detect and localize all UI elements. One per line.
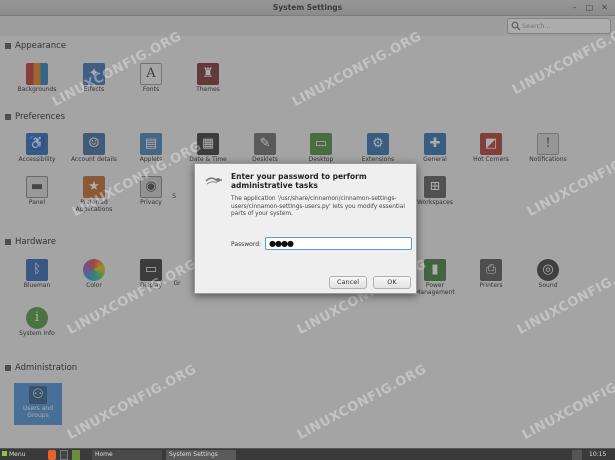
fonts-icon: A	[140, 63, 162, 85]
power-management-icon: ▮	[424, 259, 446, 281]
item-preferred-applications[interactable]: ★ Preferred Applications	[65, 176, 123, 214]
section-icon	[5, 239, 11, 245]
item-system-info[interactable]: i System Info	[8, 307, 66, 338]
color-icon	[83, 259, 105, 281]
item-effects[interactable]: ✦ Effects	[65, 63, 123, 94]
taskbar: Menu Home System Settings 10:15	[0, 448, 615, 460]
password-label: Password:	[231, 241, 262, 248]
item-accessibility[interactable]: ♿ Accessibility	[8, 133, 66, 164]
section-icon	[5, 43, 11, 49]
maximize-button[interactable]: □	[584, 2, 595, 13]
date-time-icon: ▦	[197, 133, 219, 155]
notifications-icon: !	[537, 133, 559, 155]
section-hardware-title: Hardware	[5, 237, 56, 247]
users-groups-icon: ⚇	[29, 386, 47, 404]
backgrounds-icon	[26, 63, 48, 85]
item-color[interactable]: Color	[65, 259, 123, 290]
bluetooth-icon: ᛒ	[26, 259, 48, 281]
item-hot-corners[interactable]: ◩ Hot Corners	[462, 133, 520, 164]
password-field[interactable]: ●●●●	[265, 237, 412, 250]
firefox-launcher-icon[interactable]	[48, 450, 56, 460]
item-sound[interactable]: ◎ Sound	[519, 259, 577, 290]
item-account-details[interactable]: ☺ Account details	[65, 133, 123, 164]
minimize-button[interactable]: –	[569, 2, 580, 13]
item-panel[interactable]: ▬ Panel	[8, 176, 66, 207]
item-privacy[interactable]: ◉ Privacy	[122, 176, 180, 207]
general-icon: ✚	[424, 133, 446, 155]
auth-dialog: Enter your password to perform administr…	[194, 163, 417, 294]
dialog-title: Enter your password to perform administr…	[231, 172, 367, 191]
item-graphics-partial[interactable]: Gr	[164, 280, 190, 288]
privacy-icon: ◉	[140, 176, 162, 198]
section-preferences-title: Preferences	[5, 112, 65, 122]
item-extensions[interactable]: ⚙ Extensions	[349, 133, 407, 164]
accessibility-icon: ♿	[26, 133, 48, 155]
workspaces-icon: ⊞	[424, 176, 446, 198]
window-title: System Settings	[272, 3, 343, 12]
effects-icon: ✦	[83, 63, 105, 85]
item-users-and-groups[interactable]: ⚇ Users and Groups	[14, 383, 62, 425]
info-icon: i	[26, 307, 48, 329]
search-icon	[511, 21, 521, 31]
taskbar-window-home[interactable]: Home	[92, 450, 162, 460]
account-details-icon: ☺	[83, 133, 105, 155]
themes-icon: ♜	[197, 63, 219, 85]
desklets-icon: ✎	[254, 133, 276, 155]
clock[interactable]: 10:15	[589, 450, 606, 460]
item-desklets[interactable]: ✎ Desklets	[236, 133, 294, 164]
search-box[interactable]	[507, 18, 611, 34]
extensions-icon: ⚙	[367, 133, 389, 155]
close-button[interactable]: ✕	[599, 2, 610, 13]
preferred-applications-icon: ★	[83, 176, 105, 198]
menu-button[interactable]: Menu	[2, 450, 25, 460]
toolbar	[0, 16, 615, 36]
title-bar: System Settings – □ ✕	[0, 0, 615, 16]
item-printers[interactable]: ⎙ Printers	[462, 259, 520, 290]
item-date-time[interactable]: ▦ Date & Time	[179, 133, 237, 164]
section-administration-title: Administration	[5, 363, 77, 373]
ok-button[interactable]: OK	[373, 276, 411, 289]
panel-icon: ▬	[26, 176, 48, 198]
display-icon: ▭	[140, 259, 162, 281]
item-notifications[interactable]: ! Notifications	[519, 133, 577, 164]
key-icon	[205, 177, 222, 185]
hot-corners-icon: ◩	[480, 133, 502, 155]
section-icon	[5, 114, 11, 120]
cancel-button[interactable]: Cancel	[329, 276, 367, 289]
desktop-icon: ▭	[310, 133, 332, 155]
printer-icon: ⎙	[480, 259, 502, 281]
dialog-message: The application '/usr/share/cinnamon/cin…	[231, 196, 405, 218]
taskbar-window-system-settings[interactable]: System Settings	[166, 450, 236, 460]
item-general[interactable]: ✚ General	[406, 133, 464, 164]
item-fonts[interactable]: A Fonts	[122, 63, 180, 94]
sound-icon: ◎	[537, 259, 559, 281]
search-input[interactable]	[522, 20, 608, 32]
applets-icon: ▤	[140, 133, 162, 155]
item-backgrounds[interactable]: Backgrounds	[8, 63, 66, 94]
files-launcher-icon[interactable]	[72, 450, 80, 460]
terminal-launcher-icon[interactable]	[60, 450, 68, 460]
menu-icon	[2, 451, 7, 456]
section-appearance-title: Appearance	[5, 41, 66, 51]
item-screensaver-partial[interactable]: S	[164, 193, 184, 201]
item-desktop[interactable]: ▭ Desktop	[292, 133, 350, 164]
item-themes[interactable]: ♜ Themes	[179, 63, 237, 94]
item-applets[interactable]: ▤ Applets	[122, 133, 180, 164]
item-blueman[interactable]: ᛒ Blueman	[8, 259, 66, 290]
network-icon[interactable]	[572, 450, 582, 460]
section-icon	[5, 365, 11, 371]
